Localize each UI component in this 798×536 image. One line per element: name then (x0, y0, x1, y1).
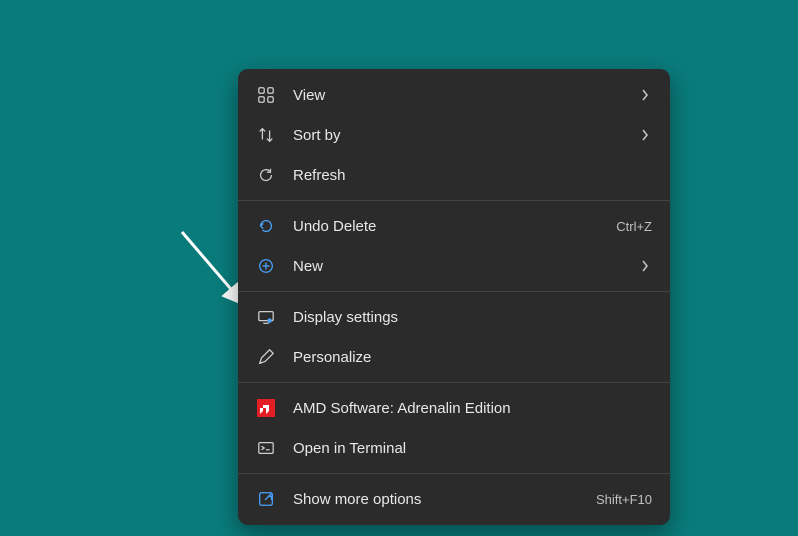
menu-separator (238, 291, 670, 292)
menu-item-show-more-options[interactable]: Show more options Shift+F10 (238, 479, 670, 519)
menu-item-amd-software[interactable]: AMD Software: Adrenalin Edition (238, 388, 670, 428)
more-options-icon (256, 489, 276, 509)
menu-item-undo-delete[interactable]: Undo Delete Ctrl+Z (238, 206, 670, 246)
new-icon (256, 256, 276, 276)
chevron-right-icon (638, 129, 652, 141)
grid-icon (256, 85, 276, 105)
refresh-icon (256, 165, 276, 185)
menu-label: Display settings (293, 309, 652, 326)
menu-item-display-settings[interactable]: Display settings (238, 297, 670, 337)
menu-label: AMD Software: Adrenalin Edition (293, 400, 652, 417)
menu-label: View (293, 87, 638, 104)
menu-item-open-terminal[interactable]: Open in Terminal (238, 428, 670, 468)
terminal-icon (256, 438, 276, 458)
menu-label: Undo Delete (293, 218, 616, 235)
chevron-right-icon (638, 89, 652, 101)
menu-item-view[interactable]: View (238, 75, 670, 115)
menu-item-sort-by[interactable]: Sort by (238, 115, 670, 155)
menu-shortcut: Shift+F10 (596, 492, 652, 507)
display-icon (256, 307, 276, 327)
menu-separator (238, 382, 670, 383)
desktop-context-menu: View Sort by Refresh Undo Dele (238, 69, 670, 525)
menu-item-refresh[interactable]: Refresh (238, 155, 670, 195)
menu-separator (238, 200, 670, 201)
menu-label: Personalize (293, 349, 652, 366)
sort-icon (256, 125, 276, 145)
menu-label: Sort by (293, 127, 638, 144)
menu-label: New (293, 258, 638, 275)
chevron-right-icon (638, 260, 652, 272)
menu-label: Refresh (293, 167, 652, 184)
menu-label: Show more options (293, 491, 596, 508)
amd-icon (256, 398, 276, 418)
menu-label: Open in Terminal (293, 440, 652, 457)
menu-item-new[interactable]: New (238, 246, 670, 286)
personalize-icon (256, 347, 276, 367)
undo-icon (256, 216, 276, 236)
menu-shortcut: Ctrl+Z (616, 219, 652, 234)
menu-item-personalize[interactable]: Personalize (238, 337, 670, 377)
menu-separator (238, 473, 670, 474)
